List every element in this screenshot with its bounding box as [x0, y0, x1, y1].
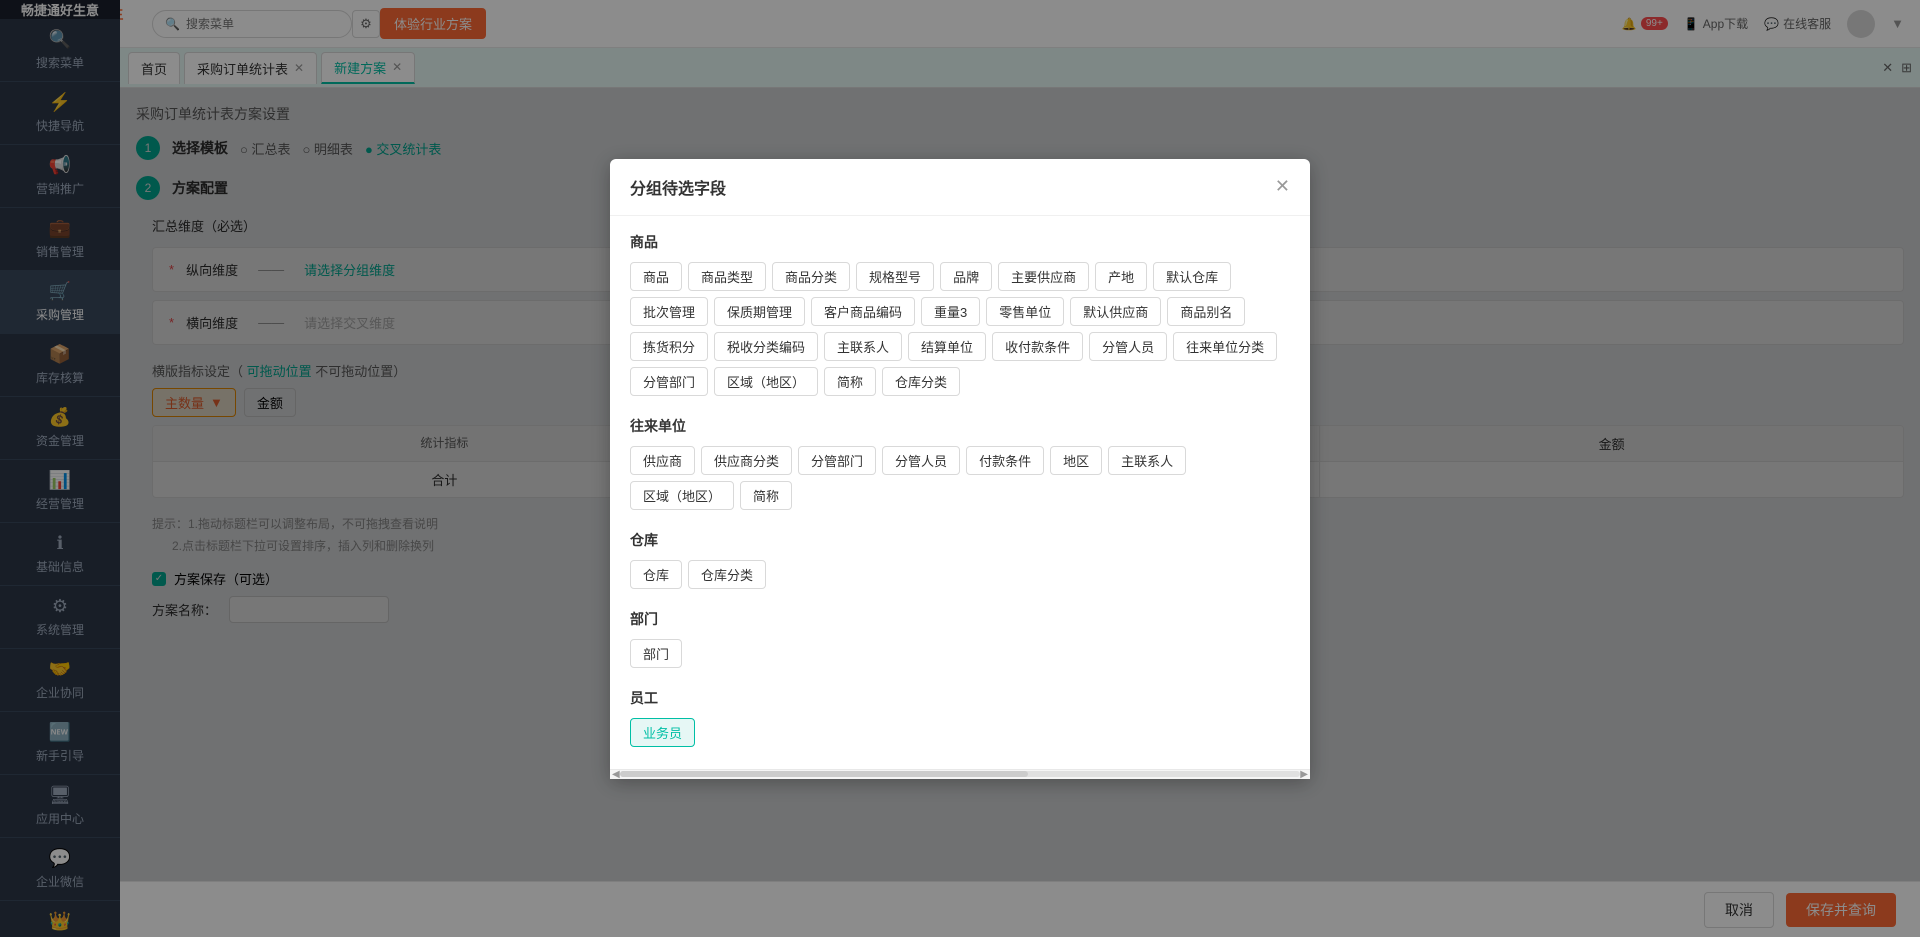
tag-dept[interactable]: 分管部门 — [630, 367, 708, 396]
tag-area[interactable]: 地区 — [1050, 446, 1102, 475]
tag-product[interactable]: 商品 — [630, 262, 682, 291]
section-counterpart: 往来单位 供应商 供应商分类 分管部门 分管人员 付款条件 地区 主联系人 区域… — [630, 416, 1290, 510]
tag-product-type[interactable]: 商品类型 — [688, 262, 766, 291]
section-department-title: 部门 — [630, 609, 1290, 629]
tag-region-counterpart[interactable]: 区域（地区） — [630, 481, 734, 510]
tag-abbr-counterpart[interactable]: 简称 — [740, 481, 792, 510]
tag-warehouse-cat[interactable]: 仓库分类 — [882, 367, 960, 396]
tag-product-alias[interactable]: 商品别名 — [1167, 297, 1245, 326]
tag-supplier-category[interactable]: 供应商分类 — [701, 446, 792, 475]
tag-pick-points[interactable]: 拣货积分 — [630, 332, 708, 361]
tag-main-contact[interactable]: 主联系人 — [824, 332, 902, 361]
product-tags: 商品 商品类型 商品分类 规格型号 品牌 主要供应商 产地 默认仓库 批次管理 … — [630, 262, 1290, 396]
tag-batch-mgmt[interactable]: 批次管理 — [630, 297, 708, 326]
tag-counterpart-category[interactable]: 往来单位分类 — [1173, 332, 1277, 361]
tag-department[interactable]: 部门 — [630, 639, 682, 668]
tag-warehouse[interactable]: 仓库 — [630, 560, 682, 589]
modal-horizontal-scrollbar[interactable]: ◀ ▶ — [610, 769, 1310, 779]
section-counterpart-title: 往来单位 — [630, 416, 1290, 436]
tag-product-category[interactable]: 商品分类 — [772, 262, 850, 291]
scrollbar-thumb[interactable] — [620, 771, 1028, 777]
tag-settlement-unit[interactable]: 结算单位 — [908, 332, 986, 361]
scroll-right-arrow[interactable]: ▶ — [1300, 769, 1308, 780]
tag-dept-counterpart[interactable]: 分管部门 — [798, 446, 876, 475]
tag-brand[interactable]: 品牌 — [940, 262, 992, 291]
modal-overlay: 分组待选字段 ✕ 商品 商品 商品类型 商品分类 规格型号 品牌 主要供应商 产… — [0, 0, 1920, 937]
tag-tax-code[interactable]: 税收分类编码 — [714, 332, 818, 361]
warehouse-tags: 仓库 仓库分类 — [630, 560, 1290, 589]
tag-salesperson[interactable]: 业务员 — [630, 718, 695, 747]
modal-dialog: 分组待选字段 ✕ 商品 商品 商品类型 商品分类 规格型号 品牌 主要供应商 产… — [610, 159, 1310, 779]
tag-origin[interactable]: 产地 — [1095, 262, 1147, 291]
tag-manager-counterpart[interactable]: 分管人员 — [882, 446, 960, 475]
modal-body: 商品 商品 商品类型 商品分类 规格型号 品牌 主要供应商 产地 默认仓库 批次… — [610, 216, 1310, 769]
section-employee-title: 员工 — [630, 688, 1290, 708]
tag-main-supplier[interactable]: 主要供应商 — [998, 262, 1089, 291]
tag-manager[interactable]: 分管人员 — [1089, 332, 1167, 361]
section-warehouse: 仓库 仓库 仓库分类 — [630, 530, 1290, 589]
department-tags: 部门 — [630, 639, 1290, 668]
tag-customer-code[interactable]: 客户商品编码 — [811, 297, 915, 326]
counterpart-tags: 供应商 供应商分类 分管部门 分管人员 付款条件 地区 主联系人 区域（地区） … — [630, 446, 1290, 510]
tag-main-contact-counterpart[interactable]: 主联系人 — [1108, 446, 1186, 475]
tag-shelf-life[interactable]: 保质期管理 — [714, 297, 805, 326]
modal-header: 分组待选字段 ✕ — [610, 159, 1310, 216]
modal-title: 分组待选字段 — [630, 175, 726, 199]
employee-tags: 业务员 — [630, 718, 1290, 747]
scroll-left-arrow[interactable]: ◀ — [612, 769, 620, 780]
section-warehouse-title: 仓库 — [630, 530, 1290, 550]
tag-payment-condition[interactable]: 付款条件 — [966, 446, 1044, 475]
modal-close-button[interactable]: ✕ — [1275, 176, 1290, 197]
tag-abbr-product[interactable]: 简称 — [824, 367, 876, 396]
tag-warehouse-category[interactable]: 仓库分类 — [688, 560, 766, 589]
section-product-title: 商品 — [630, 232, 1290, 252]
tag-weight3[interactable]: 重量3 — [921, 297, 980, 326]
tag-supplier[interactable]: 供应商 — [630, 446, 695, 475]
tag-default-warehouse[interactable]: 默认仓库 — [1153, 262, 1231, 291]
tag-payment-terms[interactable]: 收付款条件 — [992, 332, 1083, 361]
tag-retail-unit[interactable]: 零售单位 — [986, 297, 1064, 326]
scrollbar-track — [620, 771, 1301, 777]
tag-region-product[interactable]: 区域（地区） — [714, 367, 818, 396]
tag-default-supplier[interactable]: 默认供应商 — [1070, 297, 1161, 326]
section-department: 部门 部门 — [630, 609, 1290, 668]
tag-spec-model[interactable]: 规格型号 — [856, 262, 934, 291]
section-employee: 员工 业务员 — [630, 688, 1290, 747]
section-product: 商品 商品 商品类型 商品分类 规格型号 品牌 主要供应商 产地 默认仓库 批次… — [630, 232, 1290, 396]
